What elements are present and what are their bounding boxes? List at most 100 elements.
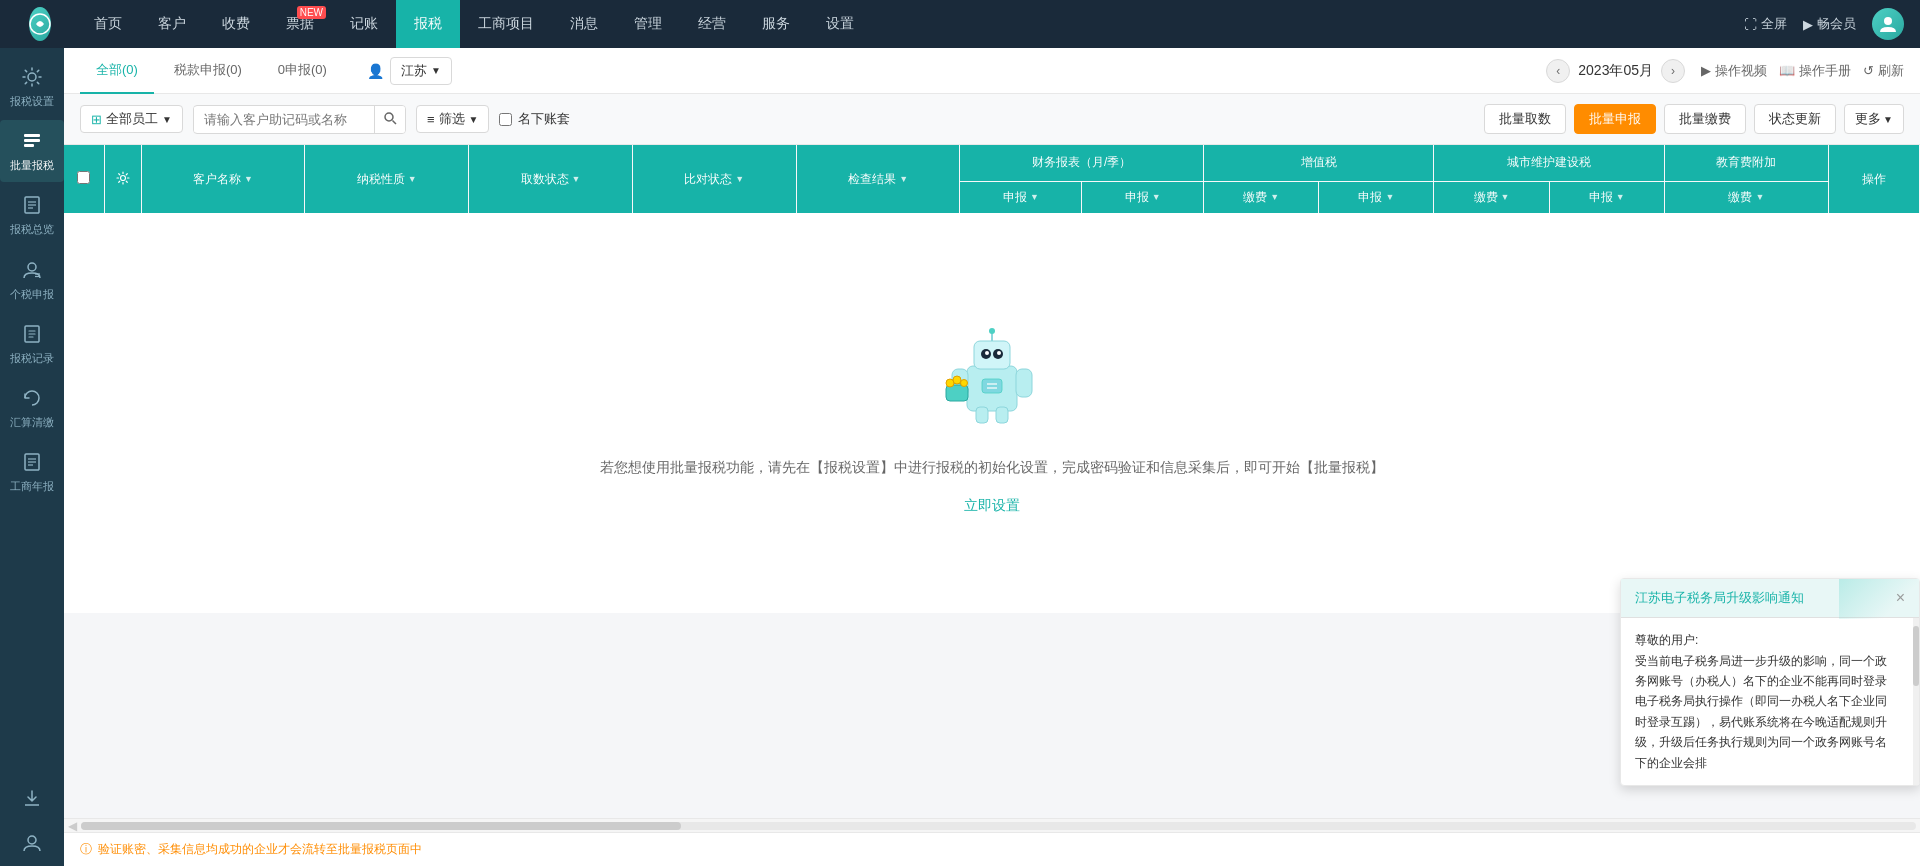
search-box xyxy=(193,105,406,134)
sidebar-label: 报税记录 xyxy=(10,352,54,365)
user-avatar[interactable] xyxy=(1872,8,1904,40)
nav-tax[interactable]: 报税 xyxy=(396,0,460,48)
toolbar-right: 批量取数 批量申报 批量缴费 状态更新 更多 ▼ xyxy=(1484,104,1904,134)
svg-rect-37 xyxy=(976,407,988,423)
more-btn[interactable]: 更多 ▼ xyxy=(1844,104,1904,134)
sidebar-item-user[interactable] xyxy=(0,823,64,866)
toolbar: ⊞ 全部员工 ▼ ≡ 筛选 ▼ 名下账套 批量取数 批量申报 xyxy=(64,94,1920,145)
th-check-result: 检查结果 xyxy=(796,145,960,213)
horizontal-scrollbar[interactable]: ◀ xyxy=(64,818,1920,832)
nav-management[interactable]: 管理 xyxy=(616,0,680,48)
logo-icon xyxy=(29,7,51,41)
filter-btn[interactable]: ≡ 筛选 ▼ xyxy=(416,105,490,133)
new-badge: NEW xyxy=(297,6,326,19)
main-nav: 首页 客户 收费 票据 NEW 记账 报税 工商项目 消息 管理 经营 服务 设… xyxy=(76,0,1744,48)
sidebar-label: 报税总览 xyxy=(10,223,54,236)
th-urban-declare: 申报 xyxy=(1319,181,1434,213)
search-button[interactable] xyxy=(374,106,405,133)
sidebar-label: 报税设置 xyxy=(10,95,54,108)
personal-tax-icon xyxy=(21,259,43,284)
batch-declare-btn[interactable]: 批量申报 xyxy=(1574,104,1656,134)
tab-actions: ▶ 操作视频 📖 操作手册 ↺ 刷新 xyxy=(1701,62,1904,80)
sidebar-item-download[interactable] xyxy=(0,778,64,821)
app-logo[interactable] xyxy=(16,0,64,48)
batch-tax-icon xyxy=(21,130,43,155)
chevron-down-icon: ▼ xyxy=(162,114,172,125)
nav-invoice[interactable]: 票据 NEW xyxy=(268,0,332,48)
nav-settings[interactable]: 设置 xyxy=(808,0,872,48)
bottom-hint-bar: ⓘ 验证账密、采集信息均成功的企业才会流转至批量报税页面中 xyxy=(64,832,1920,866)
checkbox-name-accounts: 名下账套 xyxy=(499,110,570,128)
status-update-btn[interactable]: 状态更新 xyxy=(1754,104,1836,134)
svg-point-30 xyxy=(989,328,995,334)
svg-point-35 xyxy=(953,376,961,384)
sidebar-item-clearance[interactable]: 汇算清缴 xyxy=(0,377,64,439)
refresh-btn[interactable]: ↺ 刷新 xyxy=(1863,62,1904,80)
nav-bookkeeping[interactable]: 记账 xyxy=(332,0,396,48)
nav-right-actions: ⛶ 全屏 ▶ 畅会员 xyxy=(1744,8,1904,40)
chevron-down-icon: ▼ xyxy=(431,65,441,76)
th-edu-declare: 申报 xyxy=(1549,181,1664,213)
annual-report-icon xyxy=(21,451,43,476)
svg-point-1 xyxy=(1884,17,1892,25)
vip-btn[interactable]: ▶ 畅会员 xyxy=(1803,15,1856,33)
svg-rect-4 xyxy=(24,139,40,142)
svg-rect-39 xyxy=(982,379,1002,393)
nav-billing[interactable]: 收费 xyxy=(204,0,268,48)
svg-line-21 xyxy=(392,120,396,124)
notification-title: 江苏电子税务局升级影响通知 xyxy=(1635,589,1804,607)
select-all-checkbox[interactable] xyxy=(77,171,90,184)
nav-message[interactable]: 消息 xyxy=(552,0,616,48)
current-date: 2023年05月 xyxy=(1578,62,1653,80)
video-btn[interactable]: ▶ 操作视频 xyxy=(1701,62,1767,80)
refresh-icon: ↺ xyxy=(1863,63,1874,78)
tab-all[interactable]: 全部(0) xyxy=(80,48,154,94)
employee-select[interactable]: ⊞ 全部员工 ▼ xyxy=(80,105,183,133)
setup-link[interactable]: 立即设置 xyxy=(964,497,1020,515)
th-urban-tax: 城市维护建设税 xyxy=(1434,145,1664,181)
sidebar-item-personal-tax[interactable]: 个税申报 xyxy=(0,249,64,311)
svg-point-36 xyxy=(960,380,967,387)
sidebar-item-annual-report[interactable]: 工商年报 xyxy=(0,441,64,503)
filter-icon: ≡ xyxy=(427,112,435,127)
sidebar-item-tax-settings[interactable]: 报税设置 xyxy=(0,56,64,118)
th-edu-pay: 缴费 xyxy=(1664,181,1828,213)
chevron-down-icon: ▼ xyxy=(469,114,479,125)
nav-business[interactable]: 工商项目 xyxy=(460,0,552,48)
sidebar-label: 工商年报 xyxy=(10,480,54,493)
th-settings xyxy=(104,145,141,213)
batch-fetch-btn[interactable]: 批量取数 xyxy=(1484,104,1566,134)
tab-zero-declare[interactable]: 0申报(0) xyxy=(262,48,343,94)
province-selector[interactable]: 江苏 ▼ xyxy=(390,57,452,85)
data-table: 客户名称 纳税性质 取数状态 比对状态 检查结果 xyxy=(64,145,1920,613)
sidebar-item-tax-summary[interactable]: 报税总览 xyxy=(0,184,64,246)
manual-btn[interactable]: 📖 操作手册 xyxy=(1779,62,1851,80)
nav-customer[interactable]: 客户 xyxy=(140,0,204,48)
province-icon: 👤 xyxy=(367,63,384,79)
sidebar-item-tax-records[interactable]: 报税记录 xyxy=(0,313,64,375)
notification-scrollbar[interactable] xyxy=(1913,618,1919,785)
sidebar-item-batch-tax[interactable]: 批量报税 xyxy=(0,120,64,182)
tax-summary-icon xyxy=(21,194,43,219)
tab-tax-declare[interactable]: 税款申报(0) xyxy=(158,48,258,94)
batch-pay-btn[interactable]: 批量缴费 xyxy=(1664,104,1746,134)
th-fin-declare: 申报 xyxy=(960,181,1082,213)
fullscreen-btn[interactable]: ⛶ 全屏 xyxy=(1744,15,1787,33)
notification-popup: 江苏电子税务局升级影响通知 × 尊敬的用户: 受当前电子税务局进一步升级的影响，… xyxy=(1620,578,1920,786)
nav-operations[interactable]: 经营 xyxy=(680,0,744,48)
notification-text: 尊敬的用户: 受当前电子税务局进一步升级的影响，同一个政务网账号（办税人）名下的… xyxy=(1635,630,1905,773)
fullscreen-icon: ⛶ xyxy=(1744,17,1757,32)
th-compare-status: 比对状态 xyxy=(632,145,796,213)
prev-month-btn[interactable]: ‹ xyxy=(1546,59,1570,83)
user-icon xyxy=(22,833,42,856)
nav-home[interactable]: 首页 xyxy=(76,0,140,48)
search-input[interactable] xyxy=(194,107,374,132)
th-checkbox[interactable] xyxy=(64,145,104,213)
svg-point-27 xyxy=(985,351,989,355)
th-fetch-status: 取数状态 xyxy=(469,145,633,213)
next-month-btn[interactable]: › xyxy=(1661,59,1685,83)
sidebar-label: 个税申报 xyxy=(10,288,54,301)
vip-icon: ▶ xyxy=(1803,17,1813,32)
name-accounts-checkbox[interactable] xyxy=(499,113,512,126)
nav-service[interactable]: 服务 xyxy=(744,0,808,48)
